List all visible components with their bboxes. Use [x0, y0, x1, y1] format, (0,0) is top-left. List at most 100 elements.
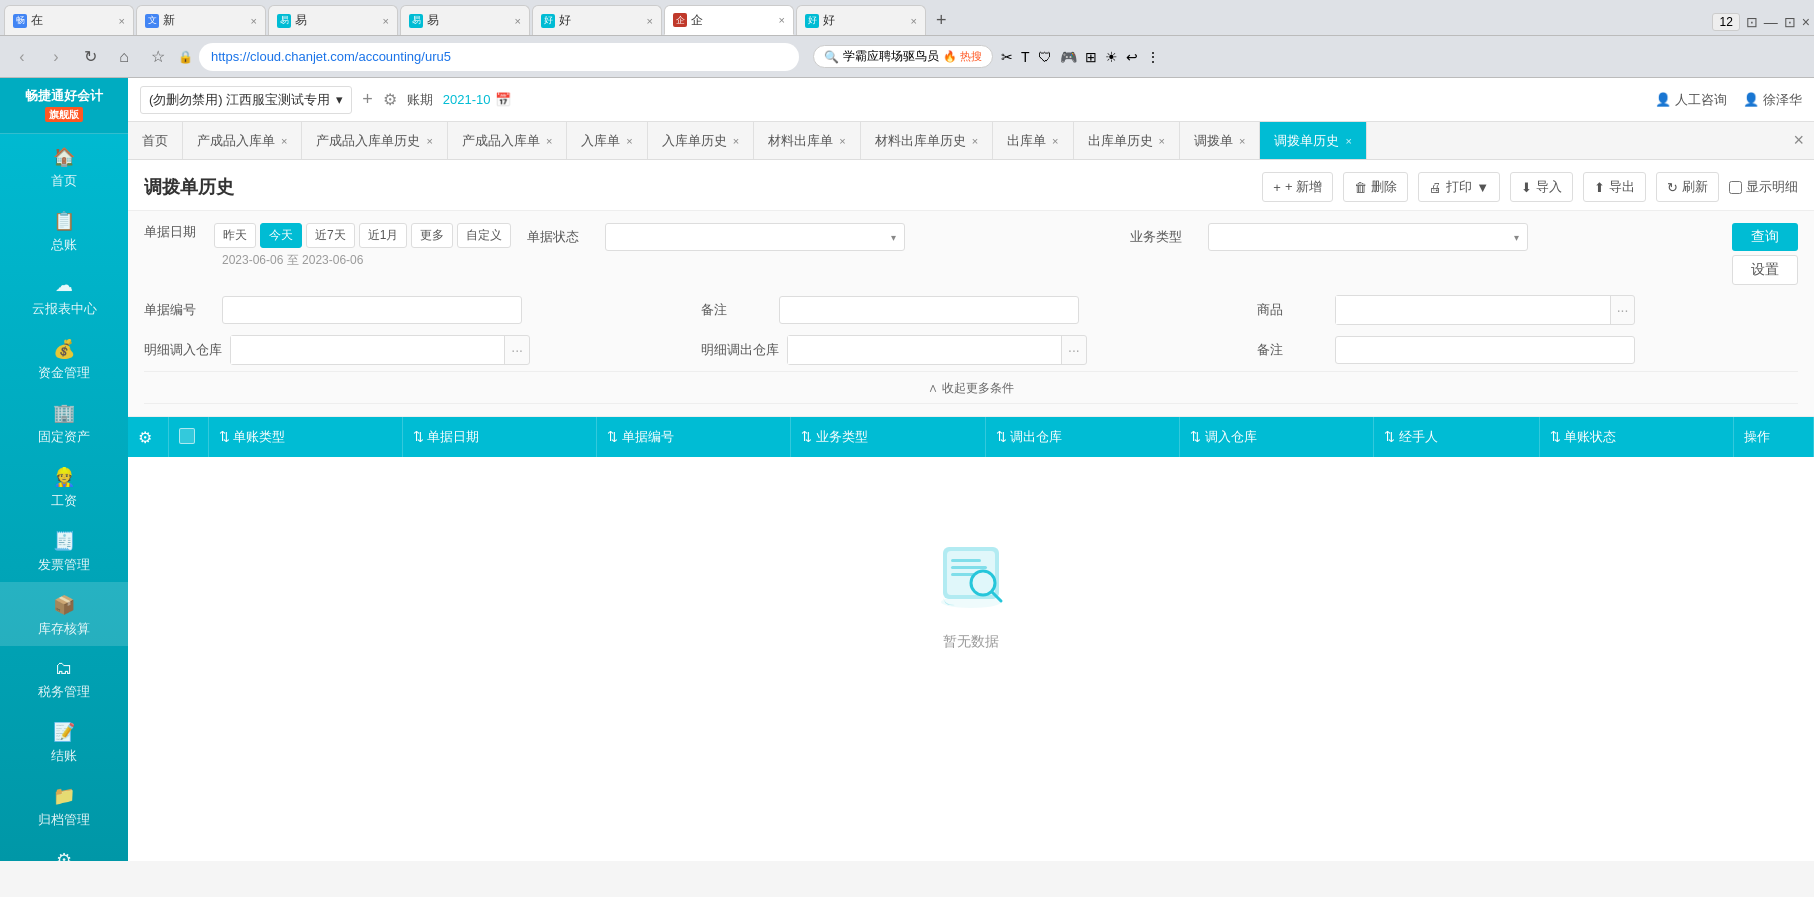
- refresh-button[interactable]: ↻: [76, 43, 104, 71]
- tab-transfer-history[interactable]: 调拨单历史 ×: [1260, 122, 1366, 160]
- detail-out-input[interactable]: [788, 336, 1061, 364]
- th-out[interactable]: ⇅ 调出仓库: [985, 417, 1179, 457]
- tab-close[interactable]: ×: [426, 135, 432, 147]
- date-today-button[interactable]: 今天: [260, 223, 302, 248]
- tab-home[interactable]: 首页: [128, 122, 183, 160]
- tab-close[interactable]: ×: [1159, 135, 1165, 147]
- tab-close[interactable]: ×: [281, 135, 287, 147]
- sidebar-item-home[interactable]: 🏠 首页: [0, 134, 128, 198]
- url-input[interactable]: [199, 43, 799, 71]
- tab-in-history[interactable]: 入库单历史 ×: [648, 122, 754, 160]
- goods-dots-icon[interactable]: ···: [1610, 296, 1635, 324]
- sidebar-item-close-books[interactable]: 📝 结账: [0, 709, 128, 773]
- tab-close[interactable]: ×: [546, 135, 552, 147]
- sidebar-item-salary[interactable]: 👷 工资: [0, 454, 128, 518]
- new-record-button[interactable]: + + 新增: [1262, 172, 1333, 202]
- tab-material-out[interactable]: 材料出库单 ×: [754, 122, 860, 160]
- tab-close-icon-5[interactable]: ×: [647, 15, 653, 27]
- period-selector[interactable]: 2021-10 📅: [443, 92, 511, 107]
- tab-close[interactable]: ×: [733, 135, 739, 147]
- tab-close-icon-2[interactable]: ×: [251, 15, 257, 27]
- show-detail-checkbox[interactable]: 显示明细: [1729, 178, 1798, 196]
- browser-tab-7[interactable]: 好 好 ×: [796, 5, 926, 35]
- tab-close[interactable]: ×: [626, 135, 632, 147]
- sidebar-item-ledger[interactable]: 📋 总账: [0, 198, 128, 262]
- date-7days-button[interactable]: 近7天: [306, 223, 355, 248]
- tab-material-out-history[interactable]: 材料出库单历史 ×: [861, 122, 993, 160]
- collapse-button[interactable]: ∧ 收起更多条件: [928, 380, 1013, 397]
- th-handler[interactable]: ⇅ 经手人: [1374, 417, 1539, 457]
- th-checkbox[interactable]: [168, 417, 208, 457]
- date-1month-button[interactable]: 近1月: [359, 223, 408, 248]
- import-button[interactable]: ⬇ 导入: [1510, 172, 1573, 202]
- status-select[interactable]: ▾: [605, 223, 905, 251]
- th-date[interactable]: ⇅ 单据日期: [402, 417, 596, 457]
- sidebar-item-capital[interactable]: 💰 资金管理: [0, 326, 128, 390]
- forward-button[interactable]: ›: [42, 43, 70, 71]
- th-biz[interactable]: ⇅ 业务类型: [791, 417, 985, 457]
- tab-close[interactable]: ×: [1345, 135, 1351, 147]
- company-settings-button[interactable]: ⚙: [383, 90, 397, 109]
- sidebar-item-fixed-assets[interactable]: 🏢 固定资产: [0, 390, 128, 454]
- back-button[interactable]: ‹: [8, 43, 36, 71]
- print-button[interactable]: 🖨 打印 ▼: [1418, 172, 1500, 202]
- tab-close[interactable]: ×: [1052, 135, 1058, 147]
- browser-tab-3[interactable]: 易 易 ×: [268, 5, 398, 35]
- close-all-icon[interactable]: ×: [1783, 130, 1814, 151]
- delete-button[interactable]: 🗑 删除: [1343, 172, 1408, 202]
- tab-close-icon-6[interactable]: ×: [779, 14, 785, 26]
- doc-no-input[interactable]: [222, 296, 522, 324]
- sidebar-item-archive[interactable]: 📁 归档管理: [0, 773, 128, 837]
- sidebar-item-inventory[interactable]: 📦 库存核算: [0, 582, 128, 646]
- browser-tab-4[interactable]: 易 易 ×: [400, 5, 530, 35]
- tab-out-history[interactable]: 出库单历史 ×: [1074, 122, 1180, 160]
- browser-tab-2[interactable]: 文 新 ×: [136, 5, 266, 35]
- browser-tab[interactable]: 畅 在 ×: [4, 5, 134, 35]
- goods-input[interactable]: [1336, 296, 1609, 324]
- select-all-checkbox[interactable]: [179, 428, 195, 444]
- new-tab-button[interactable]: +: [928, 5, 955, 35]
- date-yesterday-button[interactable]: 昨天: [214, 223, 256, 248]
- tab-close-icon-3[interactable]: ×: [383, 15, 389, 27]
- detail-in-dots-icon[interactable]: ···: [504, 336, 529, 364]
- tab-close[interactable]: ×: [972, 135, 978, 147]
- tab-product-in[interactable]: 产成品入库单 ×: [183, 122, 302, 160]
- add-company-button[interactable]: +: [362, 89, 373, 110]
- company-selector[interactable]: (勿删勿禁用) 江西服宝测试专用 ▾: [140, 86, 352, 114]
- export-button[interactable]: ⬆ 导出: [1583, 172, 1646, 202]
- th-gear[interactable]: ⚙: [128, 417, 168, 457]
- sidebar-item-invoice[interactable]: 🧾 发票管理: [0, 518, 128, 582]
- tab-close-icon[interactable]: ×: [119, 15, 125, 27]
- date-custom-button[interactable]: 自定义: [457, 223, 511, 248]
- query-button[interactable]: 查询: [1732, 223, 1798, 251]
- tab-product-in-2[interactable]: 产成品入库单 ×: [448, 122, 567, 160]
- refresh-button[interactable]: ↻ 刷新: [1656, 172, 1719, 202]
- home-button[interactable]: ⌂: [110, 43, 138, 71]
- show-detail-input[interactable]: [1729, 181, 1742, 194]
- tab-out[interactable]: 出库单 ×: [993, 122, 1073, 160]
- biz-type-select[interactable]: ▾: [1208, 223, 1528, 251]
- column-settings-button[interactable]: ⚙: [138, 428, 152, 447]
- sidebar-item-settings[interactable]: ⚙ 基础设置: [0, 837, 128, 861]
- tab-product-in-history[interactable]: 产成品入库单历史 ×: [302, 122, 447, 160]
- detail-in-input[interactable]: [231, 336, 504, 364]
- note-input[interactable]: [779, 296, 1079, 324]
- tab-close[interactable]: ×: [1239, 135, 1245, 147]
- user-menu[interactable]: 👤 徐泽华: [1743, 91, 1802, 109]
- sidebar-item-tax[interactable]: 🗂 税务管理: [0, 646, 128, 709]
- note2-input[interactable]: [1335, 336, 1635, 364]
- tab-in[interactable]: 入库单 ×: [567, 122, 647, 160]
- date-more-button[interactable]: 更多: [411, 223, 453, 248]
- detail-out-dots-icon[interactable]: ···: [1061, 336, 1086, 364]
- filter-settings-button[interactable]: 设置: [1732, 255, 1798, 285]
- tab-close[interactable]: ×: [839, 135, 845, 147]
- browser-tab-5[interactable]: 好 好 ×: [532, 5, 662, 35]
- th-no[interactable]: ⇅ 单据编号: [597, 417, 791, 457]
- tab-close-icon-4[interactable]: ×: [515, 15, 521, 27]
- tab-transfer[interactable]: 调拨单 ×: [1180, 122, 1260, 160]
- consult-button[interactable]: 👤 人工咨询: [1655, 91, 1727, 109]
- th-status[interactable]: ⇅ 单账状态: [1539, 417, 1733, 457]
- th-type[interactable]: ⇅ 单账类型: [208, 417, 402, 457]
- th-in[interactable]: ⇅ 调入仓库: [1179, 417, 1373, 457]
- sidebar-item-cloud-reports[interactable]: ☁ 云报表中心: [0, 262, 128, 326]
